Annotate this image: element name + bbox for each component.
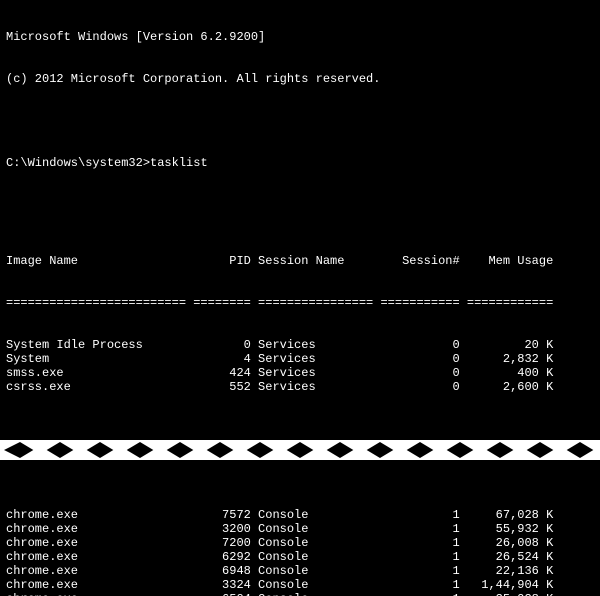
table-row: chrome.exe 7572 Console 1 67,028 K — [6, 508, 594, 522]
table-row: chrome.exe 3200 Console 1 55,932 K — [6, 522, 594, 536]
table-row: chrome.exe 6948 Console 1 22,136 K — [6, 564, 594, 578]
prompt-tasklist: C:\Windows\system32>tasklist — [6, 156, 594, 170]
table-row: csrss.exe 552 Services 0 2,600 K — [6, 380, 594, 394]
command-tasklist: tasklist — [150, 156, 208, 170]
table-header-row: Image Name PID Session Name Session# Mem… — [6, 254, 594, 268]
table-divider-row: ========================= ======== =====… — [6, 296, 594, 310]
torn-edge-icon — [6, 438, 594, 462]
table-row: chrome.exe 6504 Console 1 35,928 K — [6, 592, 594, 596]
table-row: chrome.exe 7200 Console 1 26,008 K — [6, 536, 594, 550]
table-row: smss.exe 424 Services 0 400 K — [6, 366, 594, 380]
prompt-path: C:\Windows\system32> — [6, 156, 150, 170]
table-row: System Idle Process 0 Services 0 20 K — [6, 338, 594, 352]
command-prompt-window[interactable]: Microsoft Windows [Version 6.2.9200] (c)… — [0, 0, 600, 596]
blank-line — [6, 198, 594, 212]
table-row: System 4 Services 0 2,832 K — [6, 352, 594, 366]
blank-line — [6, 114, 594, 128]
os-version-line: Microsoft Windows [Version 6.2.9200] — [6, 30, 594, 44]
copyright-line: (c) 2012 Microsoft Corporation. All righ… — [6, 72, 594, 86]
table-row: chrome.exe 3324 Console 1 1,44,904 K — [6, 578, 594, 592]
table-row: chrome.exe 6292 Console 1 26,524 K — [6, 550, 594, 564]
